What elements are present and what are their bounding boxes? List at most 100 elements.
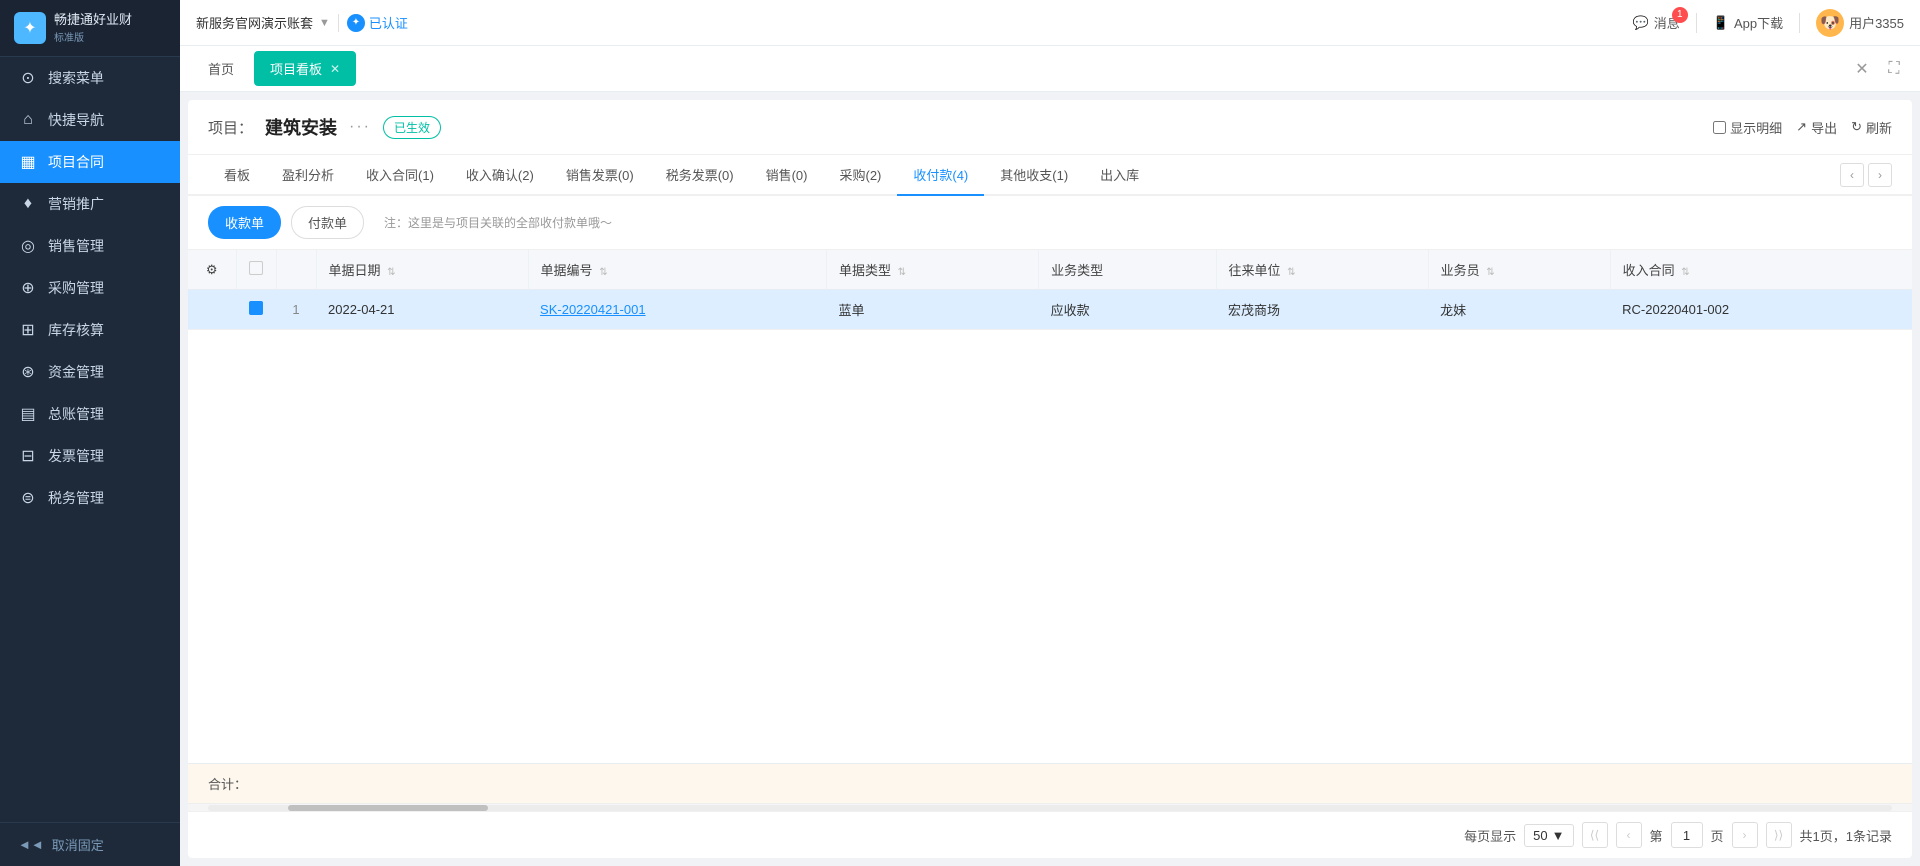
sidebar-label-sales: 销售管理 (48, 236, 104, 256)
sidebar-label-project: 项目合同 (48, 152, 104, 172)
td-number[interactable]: SK-20220421-001 (528, 290, 826, 330)
scrollbar-row (188, 803, 1912, 811)
phone-icon: 📱 (1713, 15, 1729, 31)
subnav-profit[interactable]: 盈利分析 (266, 155, 350, 196)
message-button[interactable]: 💬 消息 1 (1633, 13, 1680, 32)
tab-kanban[interactable]: 项目看板 ✕ (254, 51, 356, 86)
select-all-checkbox[interactable] (249, 261, 263, 275)
tab-home-label: 首页 (208, 59, 234, 78)
summary-label: 合计： (208, 777, 247, 792)
sidebar-logo: ✦ 畅捷通好业财 标准版 (0, 0, 180, 57)
table-row[interactable]: 1 2022-04-21 SK-20220421-001 蓝单 应收款 宏茂商场… (188, 290, 1912, 330)
tab-home[interactable]: 首页 (192, 51, 250, 86)
project-title: 建筑安装 (265, 114, 337, 140)
row-checkbox[interactable] (249, 301, 263, 315)
col-income-contract-label: 收入合同 (1623, 263, 1675, 278)
sidebar-item-purchase[interactable]: ⊕ 采购管理 (0, 267, 180, 309)
td-checkbox[interactable] (236, 290, 276, 330)
sidebar-item-marketing[interactable]: ♦ 营销推广 (0, 183, 180, 225)
table-footer-summary: 合计： (188, 763, 1912, 803)
unpin-label: 取消固定 (52, 835, 104, 854)
sidebar-item-sales[interactable]: ◎ 销售管理 (0, 225, 180, 267)
col-partner[interactable]: 往来单位 ⇅ (1216, 250, 1428, 290)
sub-nav: 看板 盈利分析 收入合同(1) 收入确认(2) 销售发票(0) 税务发票(0) … (188, 155, 1912, 196)
page-prev-button[interactable]: ‹ (1616, 822, 1642, 848)
app-download-button[interactable]: 📱 App下载 (1713, 13, 1783, 32)
filter-payment-btn[interactable]: 付款单 (291, 206, 364, 239)
subnav-sales-invoice[interactable]: 销售发票(0) (550, 155, 650, 196)
tab-close-all-button[interactable]: ✕ (1848, 55, 1876, 83)
page-last-button[interactable]: ⟩⟩ (1766, 822, 1792, 848)
scrollbar-track[interactable] (208, 805, 1892, 811)
subnav-inout[interactable]: 出入库 (1084, 155, 1155, 196)
col-income-contract[interactable]: 收入合同 ⇅ (1610, 250, 1912, 290)
page-first-button[interactable]: ⟨⟨ (1582, 822, 1608, 848)
divider (338, 14, 339, 32)
subnav-receipt[interactable]: 收付款(4) (897, 155, 984, 196)
col-salesperson[interactable]: 业务员 ⇅ (1428, 250, 1610, 290)
subnav-sales[interactable]: 销售(0) (750, 155, 824, 196)
show-detail-label: 显示明细 (1730, 118, 1782, 137)
topbar-left: 新服务官网演示账套 ▼ ✦ 已认证 (196, 13, 408, 32)
refresh-button[interactable]: ↻ 刷新 (1851, 118, 1892, 137)
sidebar-label-finance: 资金管理 (48, 362, 104, 382)
account-selector[interactable]: 新服务官网演示账套 ▼ (196, 13, 330, 32)
account-name: 新服务官网演示账套 (196, 13, 313, 32)
col-checkbox-header[interactable] (236, 250, 276, 290)
subnav-kanban[interactable]: 看板 (208, 155, 266, 196)
page-label: 第 (1650, 826, 1663, 845)
sidebar-label-invoice: 发票管理 (48, 446, 104, 466)
per-page-select[interactable]: 50 ▼ (1524, 824, 1573, 847)
subnav-purchase[interactable]: 采购(2) (823, 155, 897, 196)
per-page-dropdown-icon: ▼ (1552, 828, 1565, 843)
td-salesperson: 龙妹 (1428, 290, 1610, 330)
scrollbar-thumb[interactable] (288, 805, 488, 811)
invoice-icon: ⊟ (18, 446, 38, 466)
user-label: 用户3355 (1849, 13, 1904, 32)
sidebar-item-project[interactable]: ▦ 项目合同 (0, 141, 180, 183)
show-detail-checkbox[interactable]: 显示明细 (1713, 118, 1782, 137)
filter-receipt-btn[interactable]: 收款单 (208, 206, 281, 239)
refresh-icon: ↻ (1851, 119, 1862, 135)
user-menu[interactable]: 🐶 用户3355 (1816, 9, 1904, 37)
subnav-income-confirm[interactable]: 收入确认(2) (450, 155, 550, 196)
inventory-icon: ⊞ (18, 320, 38, 340)
project-icon: ▦ (18, 152, 38, 172)
subnav-tax-invoice[interactable]: 税务发票(0) (650, 155, 750, 196)
sub-filter-bar: 收款单 付款单 注：这里是与项目关联的全部收付款单哦～ (188, 196, 1912, 250)
col-doc-type[interactable]: 单据类型 ⇅ (827, 250, 1039, 290)
subnav-next-arrow[interactable]: › (1868, 163, 1892, 187)
finance-icon: ⊛ (18, 362, 38, 382)
sort-icon-salesperson: ⇅ (1486, 267, 1494, 278)
col-number[interactable]: 单据编号 ⇅ (528, 250, 826, 290)
sidebar-unpin[interactable]: ◄◄ 取消固定 (0, 822, 180, 866)
data-table: ⚙ 单据日期 ⇅ 单据编号 ⇅ (188, 250, 1912, 330)
page-suffix: 页 (1711, 826, 1724, 845)
tab-kanban-close-icon[interactable]: ✕ (330, 62, 340, 76)
show-detail-input[interactable] (1713, 121, 1726, 134)
project-header: 项目： 建筑安装 ··· 已生效 显示明细 ↗ 导出 ↻ 刷新 (188, 100, 1912, 155)
sidebar-item-shortcuts[interactable]: ⌂ 快捷导航 (0, 99, 180, 141)
sidebar-item-search[interactable]: ⊙ 搜索菜单 (0, 57, 180, 99)
export-button[interactable]: ↗ 导出 (1796, 118, 1837, 137)
sidebar-item-inventory[interactable]: ⊞ 库存核算 (0, 309, 180, 351)
project-more-button[interactable]: ··· (349, 118, 371, 136)
td-date: 2022-04-21 (316, 290, 528, 330)
col-date-label: 单据日期 (329, 263, 381, 278)
page-input[interactable] (1671, 822, 1703, 848)
subnav-other-income[interactable]: 其他收支(1) (984, 155, 1084, 196)
subnav-income-contract[interactable]: 收入合同(1) (350, 155, 450, 196)
col-date[interactable]: 单据日期 ⇅ (316, 250, 528, 290)
col-biz-type-label: 业务类型 (1051, 263, 1103, 278)
subnav-prev-arrow[interactable]: ‹ (1840, 163, 1864, 187)
sidebar-item-invoice[interactable]: ⊟ 发票管理 (0, 435, 180, 477)
topbar-right: 💬 消息 1 📱 App下载 🐶 用户3355 (1633, 9, 1904, 37)
project-label: 项目： (208, 117, 253, 138)
sidebar-item-finance[interactable]: ⊛ 资金管理 (0, 351, 180, 393)
sidebar-item-ledger[interactable]: ▤ 总账管理 (0, 393, 180, 435)
sidebar-item-tax[interactable]: ⊜ 税务管理 (0, 477, 180, 519)
tab-maximize-button[interactable]: ⛶ (1880, 55, 1908, 83)
tabbar-right: ✕ ⛶ (1848, 55, 1908, 83)
page-next-button[interactable]: › (1732, 822, 1758, 848)
col-settings[interactable]: ⚙ (188, 250, 236, 290)
